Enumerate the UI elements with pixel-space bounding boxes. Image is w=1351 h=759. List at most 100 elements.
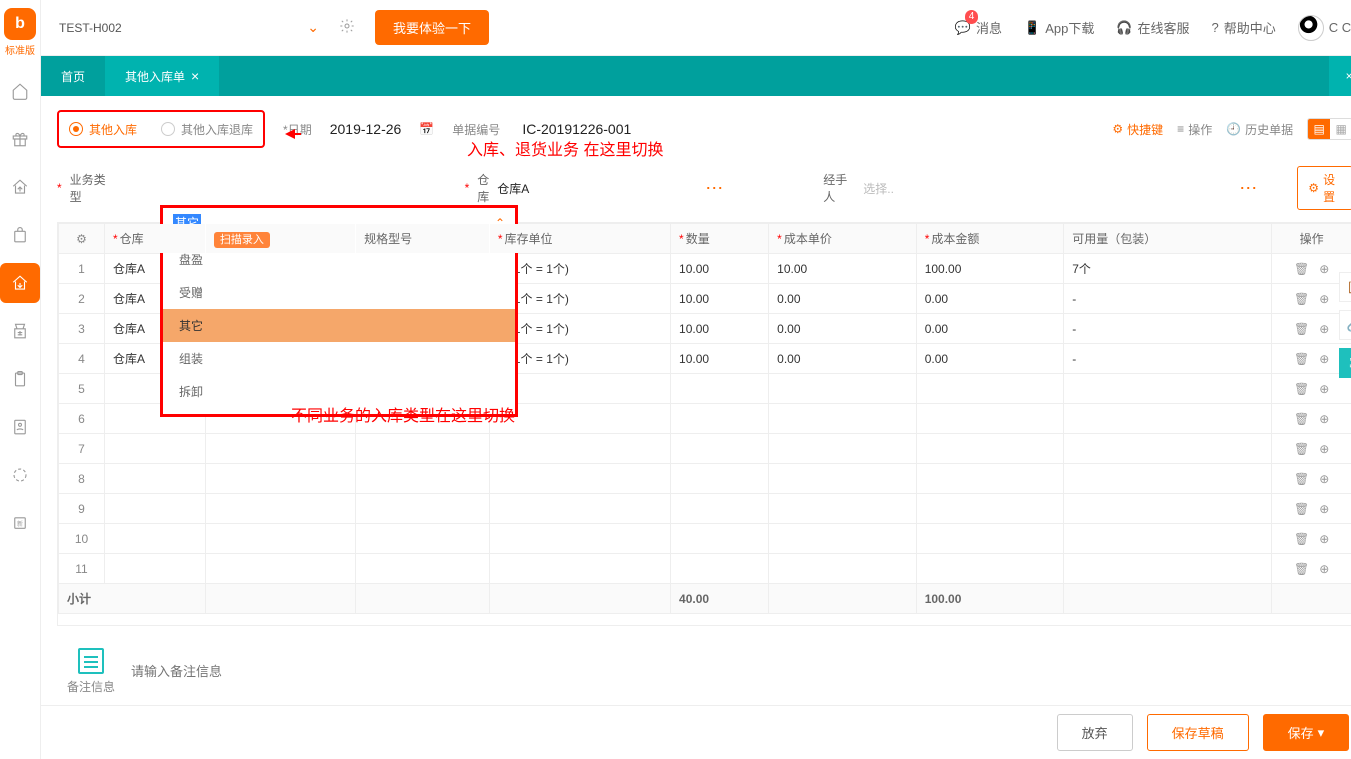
table-row[interactable]: 11 🗑⊕ [59, 554, 1351, 584]
right-rail: 📋 🔗 ⛶ [1339, 272, 1351, 378]
delete-icon[interactable]: 🗑 [1294, 532, 1309, 546]
col-spec: 规格型号 [356, 224, 490, 254]
biz-radio-group: 其他入库 其他入库退库 [57, 110, 265, 148]
copy-icon[interactable]: ⊕ [1319, 262, 1329, 276]
history-link[interactable]: 🕘 历史单据 [1226, 121, 1293, 138]
delete-icon[interactable]: 🗑 [1294, 352, 1309, 366]
nav-gift-icon[interactable] [0, 119, 40, 159]
calendar-icon[interactable]: 📅 [419, 122, 434, 136]
nav-person-icon[interactable] [0, 407, 40, 447]
delete-icon[interactable]: 🗑 [1294, 412, 1309, 426]
nav-house-down-icon[interactable] [0, 263, 40, 303]
nav-house-up-icon[interactable] [0, 167, 40, 207]
delete-icon[interactable]: 🗑 [1294, 472, 1309, 486]
headset-icon: 🎧 [1116, 20, 1132, 36]
chevron-down-icon: ⌄ [307, 19, 319, 36]
copy-icon[interactable]: ⊕ [1319, 532, 1329, 546]
messages-link[interactable]: 4 💬 消息 [955, 18, 1002, 37]
nav-money-icon[interactable] [0, 311, 40, 351]
annotation-2: 不同业务的入库类型在这里切换 [291, 402, 515, 426]
trial-button[interactable]: 我要体验一下 [375, 10, 489, 45]
nav-new-icon[interactable]: 新 [0, 503, 40, 543]
dropdown-option[interactable]: 其它 [163, 309, 515, 342]
annotation-arrow-1 [285, 124, 301, 140]
dropdown-option[interactable]: 组装 [163, 342, 515, 375]
radio-return[interactable]: 其他入库退库 [161, 121, 253, 138]
copy-icon[interactable]: ⊕ [1319, 562, 1329, 576]
col-gear[interactable]: ⚙ [59, 224, 105, 254]
copy-icon[interactable]: ⊕ [1319, 472, 1329, 486]
left-sidebar: b 标准版 新 [0, 0, 41, 759]
gear-icon[interactable] [339, 18, 355, 37]
copy-icon[interactable]: ⊕ [1319, 352, 1329, 366]
more-icon[interactable]: ⋯ [1239, 178, 1257, 199]
nav-bag-icon[interactable] [0, 215, 40, 255]
copy-icon[interactable]: ⊕ [1319, 442, 1329, 456]
remarks-input[interactable] [131, 664, 1343, 679]
close-all-tabs[interactable]: × [1329, 56, 1351, 96]
save-button[interactable]: 保存 ▾ [1263, 714, 1350, 751]
delete-icon[interactable]: 🗑 [1294, 322, 1309, 336]
subtotal-row: 小计 40.00 100.00 [59, 584, 1351, 614]
view-toggle: ▤ ▦ [1307, 118, 1351, 140]
table-row[interactable]: 10 🗑⊕ [59, 524, 1351, 554]
shortcut-link[interactable]: ⚙ 快捷键 [1112, 121, 1163, 138]
col-ops: 操作 [1272, 224, 1351, 254]
notes-icon [78, 648, 104, 674]
annotation-arrow-2 [181, 351, 197, 367]
delete-icon[interactable]: 🗑 [1294, 562, 1309, 576]
scan-button[interactable]: 扫描录入 [214, 232, 270, 248]
service-link[interactable]: 🎧在线客服 [1116, 18, 1189, 37]
copy-icon[interactable]: ⊕ [1319, 412, 1329, 426]
app-download-link[interactable]: 📱App下载 [1024, 18, 1094, 37]
col-available: 可用量（包装） [1064, 224, 1272, 254]
copy-icon[interactable]: ⊕ [1319, 292, 1329, 306]
logo-label: 标准版 [5, 42, 35, 57]
more-icon[interactable]: ⋯ [705, 178, 723, 199]
radio-inbound[interactable]: 其他入库 [69, 121, 137, 138]
copy-icon[interactable]: ⊕ [1319, 382, 1329, 396]
help-link[interactable]: ?帮助中心 [1212, 18, 1276, 37]
copy-icon[interactable]: ⊕ [1319, 502, 1329, 516]
copy-icon[interactable]: ⊕ [1319, 322, 1329, 336]
user-menu[interactable]: C C [1298, 15, 1351, 41]
nav-clipboard-icon[interactable] [0, 359, 40, 399]
biztype-field[interactable]: *业务类型 [57, 171, 110, 205]
org-selector[interactable]: TEST-H002 ⌄ [59, 19, 319, 36]
chevron-down-icon: ▾ [1318, 725, 1325, 741]
col-scan: 扫描录入 [205, 224, 355, 254]
nav-home-icon[interactable] [0, 71, 40, 111]
rail-clipboard-icon[interactable]: 📋 [1339, 272, 1351, 302]
table-row[interactable]: 7 🗑⊕ [59, 434, 1351, 464]
org-name: TEST-H002 [59, 21, 122, 35]
settings-button[interactable]: ⚙ 设置 [1297, 166, 1351, 210]
delete-icon[interactable]: 🗑 [1294, 382, 1309, 396]
table-row[interactable]: 8 🗑⊕ [59, 464, 1351, 494]
docno-value: IC-20191226-001 [522, 121, 631, 137]
handler-field[interactable]: 经手人 选择.. ⋯ [823, 171, 1257, 205]
rail-expand-icon[interactable]: ⛶ [1339, 348, 1351, 378]
nav-ring-icon[interactable] [0, 455, 40, 495]
delete-icon[interactable]: 🗑 [1294, 292, 1309, 306]
operate-link[interactable]: ≡ 操作 [1177, 121, 1212, 138]
table-row[interactable]: 9 🗑⊕ [59, 494, 1351, 524]
save-draft-button[interactable]: 保存草稿 [1147, 714, 1249, 751]
warehouse-field[interactable]: *仓库 仓库A ⋯ [465, 171, 724, 205]
discard-button[interactable]: 放弃 [1057, 714, 1133, 751]
remarks-section: 备注信息 [57, 638, 1351, 705]
rail-link-icon[interactable]: 🔗 [1339, 310, 1351, 340]
close-icon[interactable]: × [191, 68, 199, 84]
tab-home[interactable]: 首页 [41, 56, 105, 96]
view-grid-icon[interactable]: ▦ [1330, 119, 1351, 139]
col-unit: *库存单位 [489, 224, 670, 254]
delete-icon[interactable]: 🗑 [1294, 502, 1309, 516]
date-value[interactable]: 2019-12-26 [330, 121, 402, 137]
tab-current[interactable]: 其他入库单× [105, 56, 219, 96]
top-header: TEST-H002 ⌄ 我要体验一下 4 💬 消息 📱App下载 🎧在线客服 ?… [41, 0, 1351, 56]
view-list-icon[interactable]: ▤ [1308, 119, 1330, 139]
delete-icon[interactable]: 🗑 [1294, 262, 1309, 276]
delete-icon[interactable]: 🗑 [1294, 442, 1309, 456]
dropdown-option[interactable]: 受赠 [163, 276, 515, 309]
col-price: *成本单价 [769, 224, 917, 254]
annotation-1: 入库、退货业务 在这里切换 [467, 136, 663, 160]
